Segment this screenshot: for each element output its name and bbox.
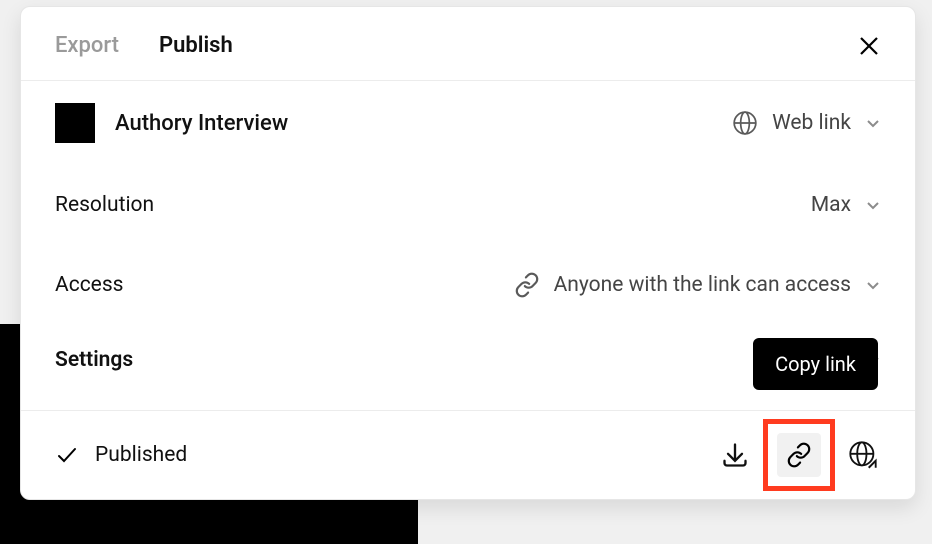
settings-label: Settings	[55, 348, 133, 372]
close-button[interactable]	[857, 34, 881, 58]
chevron-down-icon	[865, 197, 881, 213]
footer-actions	[717, 433, 881, 477]
item-row: Authory Interview Web link	[55, 81, 881, 165]
open-in-browser-button[interactable]	[845, 437, 881, 473]
link-icon	[514, 272, 540, 298]
publish-status-label: Published	[95, 443, 187, 467]
tab-publish[interactable]: Publish	[159, 33, 233, 58]
tab-export[interactable]: Export	[55, 33, 119, 58]
access-value: Anyone with the link can access	[554, 273, 851, 297]
resolution-label: Resolution	[55, 193, 154, 217]
link-type-dropdown[interactable]: Web link	[732, 110, 881, 136]
publish-modal: Export Publish Authory Interview Web lin…	[20, 6, 916, 500]
chevron-down-icon	[865, 277, 881, 293]
access-dropdown[interactable]: Anyone with the link can access	[514, 272, 881, 298]
chevron-down-icon	[865, 115, 881, 131]
copy-link-wrap	[777, 433, 821, 477]
publish-status: Published	[55, 443, 187, 467]
resolution-dropdown[interactable]: Max	[811, 193, 881, 217]
resolution-row: Resolution Max	[55, 165, 881, 245]
copy-link-tooltip: Copy link	[753, 338, 878, 390]
download-button[interactable]	[717, 437, 753, 473]
modal-header: Export Publish	[21, 7, 915, 81]
check-icon	[55, 443, 79, 467]
resolution-value: Max	[811, 193, 851, 217]
copy-link-button[interactable]	[777, 433, 821, 477]
globe-share-icon	[848, 440, 878, 470]
item-thumbnail	[55, 103, 95, 143]
close-icon	[858, 35, 880, 57]
download-icon	[721, 441, 749, 469]
item-title: Authory Interview	[115, 111, 288, 136]
access-row: Access Anyone with the link can access	[55, 245, 881, 325]
globe-icon	[732, 110, 758, 136]
link-type-label: Web link	[772, 111, 851, 135]
link-icon	[786, 442, 812, 468]
modal-footer: Published	[21, 410, 915, 499]
access-label: Access	[55, 273, 124, 297]
tabs: Export Publish	[55, 33, 233, 58]
